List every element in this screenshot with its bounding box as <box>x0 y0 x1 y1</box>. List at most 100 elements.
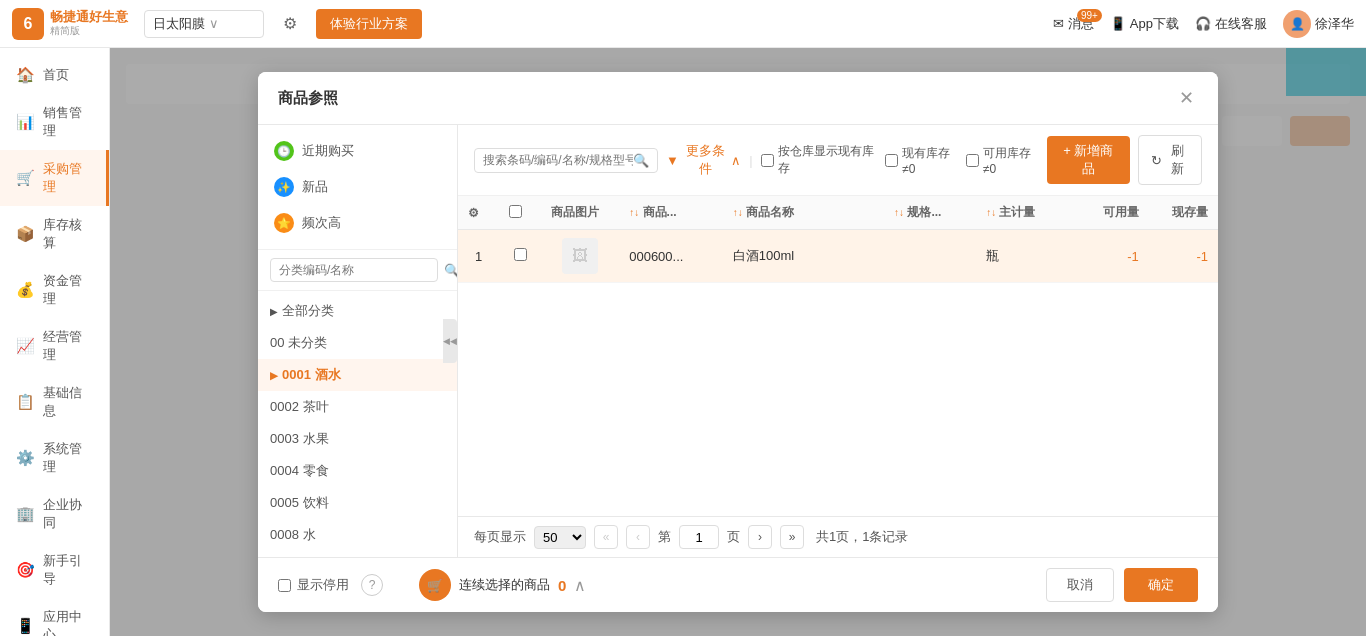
sidebar-item-finance[interactable]: 💰 资金管理 <box>0 262 109 318</box>
sidebar-item-purchase[interactable]: 🛒 采购管理 <box>0 150 109 206</box>
sidebar-item-enterprise[interactable]: 🏢 企业协同 <box>0 486 109 542</box>
gear-icon[interactable]: ⚙ <box>276 10 304 38</box>
new-product-btn[interactable]: + 新增商品 <box>1047 136 1130 184</box>
cat-arrow-0001: ▶ <box>270 370 278 381</box>
refresh-btn[interactable]: ↻ 刷新 <box>1138 135 1202 185</box>
sidebar-label-appcenter: 应用中心 <box>43 608 93 636</box>
product-table: ⚙ 商品图片 ↑↓ <box>458 196 1218 283</box>
sidebar-item-sales[interactable]: 📊 销售管理 <box>0 94 109 150</box>
search-icon[interactable]: 🔍 <box>633 153 649 168</box>
basic-icon: 📋 <box>16 393 35 411</box>
sort-up-unit-icon: ↑↓ <box>986 207 996 218</box>
question-mark: ? <box>369 578 376 592</box>
sidebar-item-guide[interactable]: 🎯 新手引导 <box>0 542 109 598</box>
th-stock: 现存量 <box>1149 196 1218 230</box>
row-available: -1 <box>1057 230 1149 283</box>
cat-item-00[interactable]: 00 未分类 <box>258 327 457 359</box>
online-service-btn[interactable]: 🎧 在线客服 <box>1195 15 1267 33</box>
stock-ne0-checkbox-label[interactable]: 现有库存≠0 <box>885 145 958 176</box>
purchase-icon: 🛒 <box>16 169 35 187</box>
page-last-btn[interactable]: » <box>780 525 804 549</box>
page-input[interactable] <box>679 525 719 549</box>
category-search-input[interactable] <box>270 258 438 282</box>
sidebar-item-appcenter[interactable]: 📱 应用中心 <box>0 598 109 636</box>
cat-item-0008[interactable]: 0008 水 <box>258 519 457 551</box>
collapse-panel-btn[interactable]: ◀◀ <box>443 319 457 363</box>
quick-item-freq[interactable]: ⭐ 频次高 <box>258 205 457 241</box>
app-download-btn[interactable]: 📱 App下载 <box>1110 15 1179 33</box>
cat-item-0003[interactable]: 0003 水果 <box>258 423 457 455</box>
modal-footer: 显示停用 ? 🛒 连续选择的商品 0 ∧ 取消 <box>258 557 1218 612</box>
user-area[interactable]: 👤 徐泽华 <box>1283 10 1354 38</box>
category-search-icon[interactable]: 🔍 <box>444 263 458 278</box>
page-next-btn[interactable]: › <box>748 525 772 549</box>
more-filters-btn[interactable]: ▼ 更多条件 ∧ <box>666 142 741 178</box>
available-ne0-checkbox-label[interactable]: 可用库存≠0 <box>966 145 1039 176</box>
modal-title: 商品参照 <box>278 89 338 108</box>
quick-item-recent[interactable]: 🕒 近期购买 <box>258 133 457 169</box>
cat-item-0010[interactable]: 0010 家电 <box>258 551 457 557</box>
row-checkbox[interactable] <box>514 248 527 261</box>
quick-item-new[interactable]: ✨ 新品 <box>258 169 457 205</box>
image-placeholder-icon: 🖼 <box>572 247 588 265</box>
sidebar-item-system[interactable]: ⚙️ 系统管理 <box>0 430 109 486</box>
cat-item-0004[interactable]: 0004 零食 <box>258 455 457 487</box>
sidebar-item-basic[interactable]: 📋 基础信息 <box>0 374 109 430</box>
collapse-cart-icon[interactable]: ∧ <box>574 576 586 595</box>
available-ne0-checkbox[interactable] <box>966 154 979 167</box>
row-image-cell: 🖼 <box>541 230 619 283</box>
stock-ne0-label: 现有库存≠0 <box>902 145 958 176</box>
page-suffix: 页 <box>727 528 740 546</box>
filter-label: 更多条件 <box>682 142 728 178</box>
warehouse-label: 按仓库显示现有库存 <box>778 143 877 177</box>
row-code: 000600... <box>619 230 723 283</box>
th-unit[interactable]: ↑↓ 主计量 <box>976 196 1057 230</box>
cancel-button[interactable]: 取消 <box>1046 568 1114 602</box>
cat-item-0001[interactable]: ▶ 0001 酒水 <box>258 359 457 391</box>
sidebar-label-purchase: 采购管理 <box>43 160 90 196</box>
select-all-checkbox[interactable] <box>509 205 522 218</box>
th-spec[interactable]: ↑↓ 规格... <box>884 196 976 230</box>
page-first-btn[interactable]: « <box>594 525 618 549</box>
modal-overlay: 商品参照 ✕ 🕒 近期购买 ✨ <box>110 48 1366 636</box>
system-icon: ⚙️ <box>16 449 35 467</box>
show-disabled-checkbox[interactable] <box>278 579 291 592</box>
nav-right: ✉ 消息 99+ 📱 App下载 🎧 在线客服 👤 徐泽华 <box>1053 10 1354 38</box>
user-name: 徐泽华 <box>1315 15 1354 33</box>
app-label: App下载 <box>1130 15 1179 33</box>
row-checkbox-cell <box>499 230 540 283</box>
sidebar-item-inventory[interactable]: 📦 库存核算 <box>0 206 109 262</box>
th-code[interactable]: ↑↓ 商品... <box>619 196 723 230</box>
confirm-button[interactable]: 确定 <box>1124 568 1198 602</box>
sidebar-item-ops[interactable]: 📈 经营管理 <box>0 318 109 374</box>
sidebar-item-home[interactable]: 🏠 首页 <box>0 56 109 94</box>
row-spec <box>884 230 976 283</box>
modal-dialog: 商品参照 ✕ 🕒 近期购买 ✨ <box>258 72 1218 612</box>
messages-btn[interactable]: ✉ 消息 99+ <box>1053 15 1094 33</box>
store-selector[interactable]: 日太阳膜 ∨ <box>144 10 264 38</box>
warehouse-checkbox-label[interactable]: 按仓库显示现有库存 <box>761 143 877 177</box>
modal-header: 商品参照 ✕ <box>258 72 1218 125</box>
cat-item-all[interactable]: ▶ 全部分类 <box>258 295 457 327</box>
stock-ne0-checkbox[interactable] <box>885 154 898 167</box>
sidebar-label-basic: 基础信息 <box>43 384 93 420</box>
cat-item-0005[interactable]: 0005 饮料 <box>258 487 457 519</box>
th-name[interactable]: ↑↓ 商品名称 <box>723 196 884 230</box>
warehouse-checkbox[interactable] <box>761 154 774 167</box>
row-num: 1 <box>458 230 499 283</box>
cart-icon-btn[interactable]: 🛒 <box>419 569 451 601</box>
trial-btn[interactable]: 体验行业方案 <box>316 9 422 39</box>
help-icon[interactable]: ? <box>361 574 383 596</box>
show-disabled-label[interactable]: 显示停用 <box>278 576 349 594</box>
product-search-input[interactable] <box>483 153 633 167</box>
cat-item-0002[interactable]: 0002 茶叶 <box>258 391 457 423</box>
sidebar-label-inventory: 库存核算 <box>43 216 93 252</box>
freq-icon: ⭐ <box>274 213 294 233</box>
refresh-icon: ↻ <box>1151 153 1162 168</box>
per-page-select[interactable]: 50 10 20 100 <box>534 526 586 549</box>
page-prev-btn[interactable]: ‹ <box>626 525 650 549</box>
th-settings[interactable]: ⚙ <box>458 196 499 230</box>
close-button[interactable]: ✕ <box>1174 86 1198 110</box>
sort-up-code-icon: ↑↓ <box>629 207 639 218</box>
table-row[interactable]: 1 🖼 <box>458 230 1218 283</box>
